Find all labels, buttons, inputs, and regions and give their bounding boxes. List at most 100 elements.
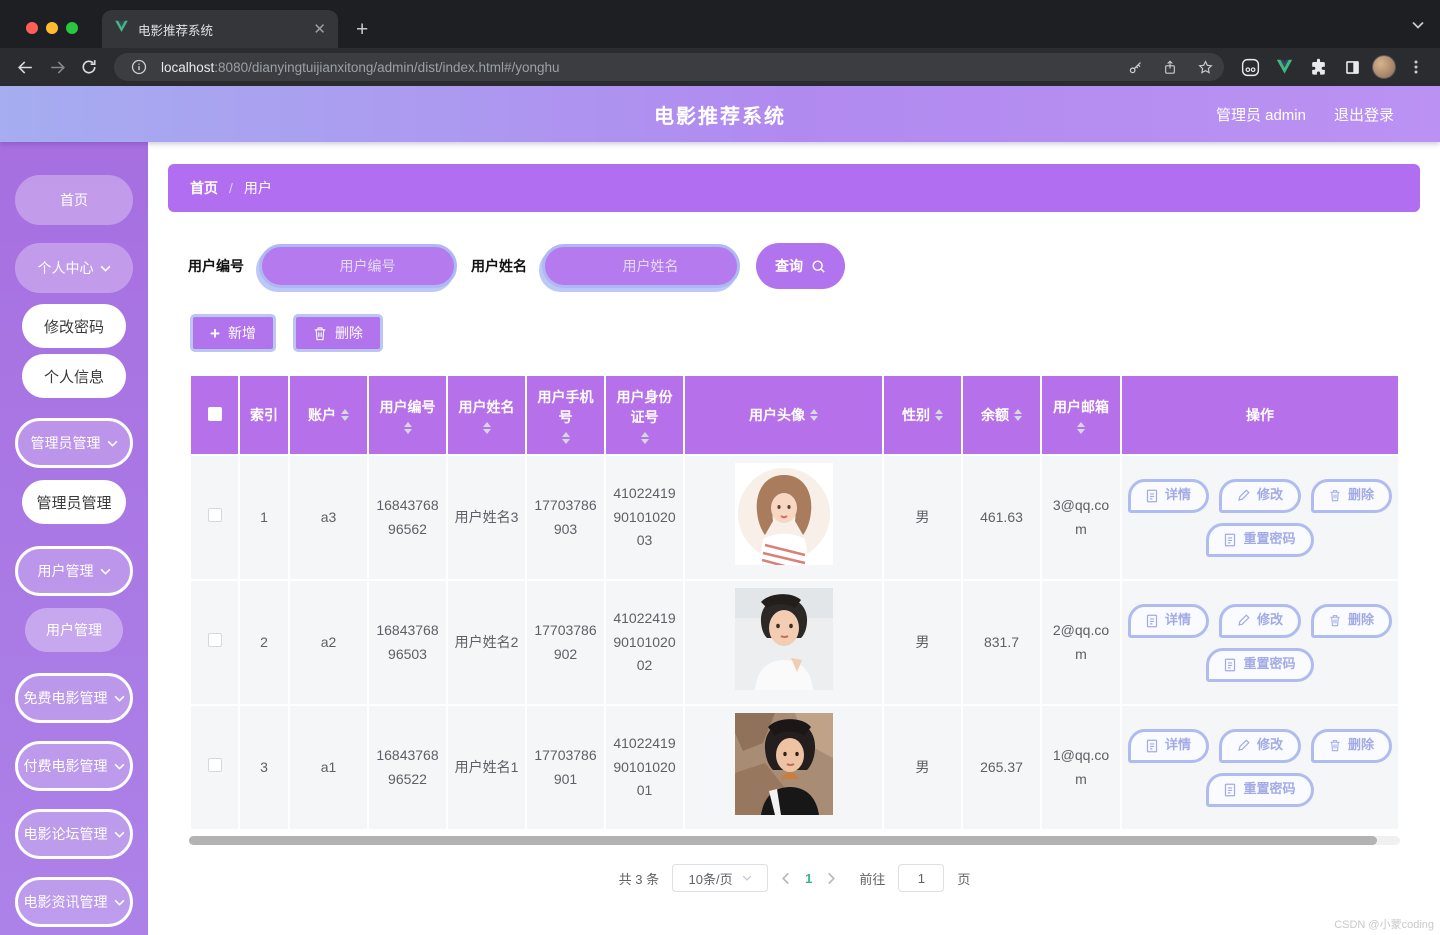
user-name-input[interactable] — [558, 257, 743, 275]
password-key-icon[interactable] — [1122, 54, 1148, 80]
delete-row-button[interactable]: 删除 — [1311, 604, 1392, 638]
back-icon[interactable] — [10, 52, 40, 82]
row-checkbox[interactable] — [208, 633, 222, 647]
side-panel-icon[interactable] — [1338, 53, 1366, 81]
chevron-down-icon — [114, 763, 125, 770]
column-header: 用户手机号 — [533, 387, 598, 427]
edit-button[interactable]: 修改 — [1219, 729, 1301, 763]
url-text: localhost:8080/dianyingtuijianxitong/adm… — [161, 60, 1113, 75]
detail-button[interactable]: 详情 — [1128, 479, 1209, 513]
share-icon[interactable] — [1157, 54, 1183, 80]
sort-caret-icon[interactable] — [1014, 409, 1022, 421]
minimize-window-button[interactable] — [46, 22, 58, 34]
sort-caret-icon[interactable] — [562, 432, 570, 444]
pen-icon — [1237, 489, 1250, 502]
table-row: 1 a3 1684376896562 用户姓名3 17703786903 410… — [191, 456, 1398, 579]
zoom-window-button[interactable] — [66, 22, 78, 34]
browser-menu-icon[interactable] — [1402, 53, 1430, 81]
sidebar-item-movie-news-management[interactable]: 电影资讯管理 — [15, 877, 133, 927]
pen-icon — [1237, 614, 1250, 627]
trash-icon — [1329, 614, 1341, 627]
edit-button[interactable]: 修改 — [1219, 604, 1301, 638]
close-window-button[interactable] — [26, 22, 38, 34]
user-name-field[interactable] — [542, 244, 740, 288]
current-page-number[interactable]: 1 — [803, 871, 814, 886]
sidebar-item-change-password[interactable]: 修改密码 — [22, 304, 126, 348]
sidebar-item-admin-management[interactable]: 管理员管理 — [15, 418, 133, 468]
sort-caret-icon[interactable] — [810, 409, 818, 421]
reset-password-button[interactable]: 重置密码 — [1206, 773, 1313, 807]
query-button[interactable]: 查询 — [756, 243, 845, 289]
sort-caret-icon[interactable] — [1077, 422, 1085, 434]
user-avatar-illustrated-girl — [735, 463, 833, 565]
column-header: 账户 — [308, 405, 336, 425]
sidebar-item-user-management-sub-active[interactable]: 用户管理 — [25, 608, 123, 652]
sidebar-item-user-management[interactable]: 用户管理 — [15, 546, 133, 596]
sidebar-item-free-movie-management[interactable]: 免费电影管理 — [15, 673, 133, 723]
sort-caret-icon[interactable] — [404, 422, 412, 434]
select-all-checkbox[interactable] — [208, 407, 222, 421]
chevron-down-icon — [100, 265, 111, 272]
trash-icon — [1329, 739, 1341, 752]
chevron-down-icon — [742, 875, 752, 881]
sidebar-item-movie-forum-management[interactable]: 电影论坛管理 — [15, 809, 133, 859]
document-icon — [1224, 783, 1236, 797]
search-icon — [811, 259, 826, 274]
delete-row-button[interactable]: 删除 — [1311, 479, 1392, 513]
tab-groups-extension-icon[interactable] — [1236, 53, 1264, 81]
users-table: 索引 账户 用户编号 用户姓名 用户手机号 用户身份证号 用户头像 性别 余额 … — [189, 374, 1400, 831]
sidebar-item-home[interactable]: 首页 — [15, 175, 133, 225]
sidebar-item-paid-movie-management[interactable]: 付费电影管理 — [15, 741, 133, 791]
detail-button[interactable]: 详情 — [1128, 729, 1209, 763]
prev-page-icon[interactable] — [781, 872, 790, 885]
scrollbar-thumb[interactable] — [189, 836, 1377, 845]
horizontal-scrollbar[interactable] — [189, 836, 1400, 845]
pagination: 共 3 条 10条/页 1 前往 页 — [189, 864, 1400, 892]
reset-password-button[interactable]: 重置密码 — [1206, 648, 1313, 682]
breadcrumb-home[interactable]: 首页 — [190, 178, 218, 198]
user-no-input[interactable] — [275, 257, 460, 275]
main-content: 首页 / 用户 用户编号 用户姓名 查询 — [148, 142, 1440, 935]
document-icon — [1146, 739, 1158, 753]
browser-tab[interactable]: 电影推荐系统 ✕ — [102, 10, 338, 48]
document-icon — [1146, 489, 1158, 503]
reset-password-button[interactable]: 重置密码 — [1206, 523, 1313, 557]
forward-icon[interactable] — [42, 52, 72, 82]
edit-button[interactable]: 修改 — [1219, 479, 1301, 513]
sidebar-item-personal-info[interactable]: 个人信息 — [22, 354, 126, 398]
reload-icon[interactable] — [74, 52, 104, 82]
table-toolbar: + 新增 删除 — [190, 314, 1420, 352]
sidebar-item-admin-management-sub[interactable]: 管理员管理 — [22, 480, 126, 524]
extensions-puzzle-icon[interactable] — [1304, 53, 1332, 81]
row-checkbox[interactable] — [208, 508, 222, 522]
url-bar[interactable]: localhost:8080/dianyingtuijianxitong/adm… — [114, 53, 1224, 81]
delete-row-button[interactable]: 删除 — [1311, 729, 1392, 763]
sidebar-item-personal-center[interactable]: 个人中心 — [15, 243, 133, 293]
tab-close-icon[interactable]: ✕ — [313, 22, 326, 37]
add-button[interactable]: + 新增 — [190, 314, 276, 352]
sort-caret-icon[interactable] — [935, 409, 943, 421]
row-checkbox[interactable] — [208, 758, 222, 772]
site-info-icon[interactable] — [126, 54, 152, 80]
page-size-select[interactable]: 10条/页 — [672, 864, 768, 892]
sort-caret-icon[interactable] — [341, 409, 349, 421]
delete-button[interactable]: 删除 — [293, 314, 383, 352]
search-form: 用户编号 用户姓名 查询 — [188, 243, 1420, 289]
user-no-field[interactable] — [259, 244, 457, 288]
browser-toolbar: localhost:8080/dianyingtuijianxitong/adm… — [0, 48, 1440, 86]
bookmark-star-icon[interactable] — [1192, 54, 1218, 80]
chevron-down-icon — [100, 568, 111, 575]
vue-favicon-icon — [114, 20, 129, 39]
logout-link[interactable]: 退出登录 — [1334, 104, 1394, 125]
document-icon — [1224, 533, 1236, 547]
sort-caret-icon[interactable] — [483, 422, 491, 434]
new-tab-button[interactable]: + — [356, 19, 368, 40]
next-page-icon[interactable] — [827, 872, 836, 885]
profile-avatar[interactable] — [1372, 55, 1396, 79]
goto-page-input[interactable] — [898, 864, 944, 892]
column-header: 操作 — [1246, 407, 1274, 423]
sort-caret-icon[interactable] — [641, 432, 649, 444]
tab-search-chevron-icon[interactable] — [1412, 16, 1424, 34]
detail-button[interactable]: 详情 — [1128, 604, 1209, 638]
vue-devtools-icon[interactable] — [1270, 53, 1298, 81]
